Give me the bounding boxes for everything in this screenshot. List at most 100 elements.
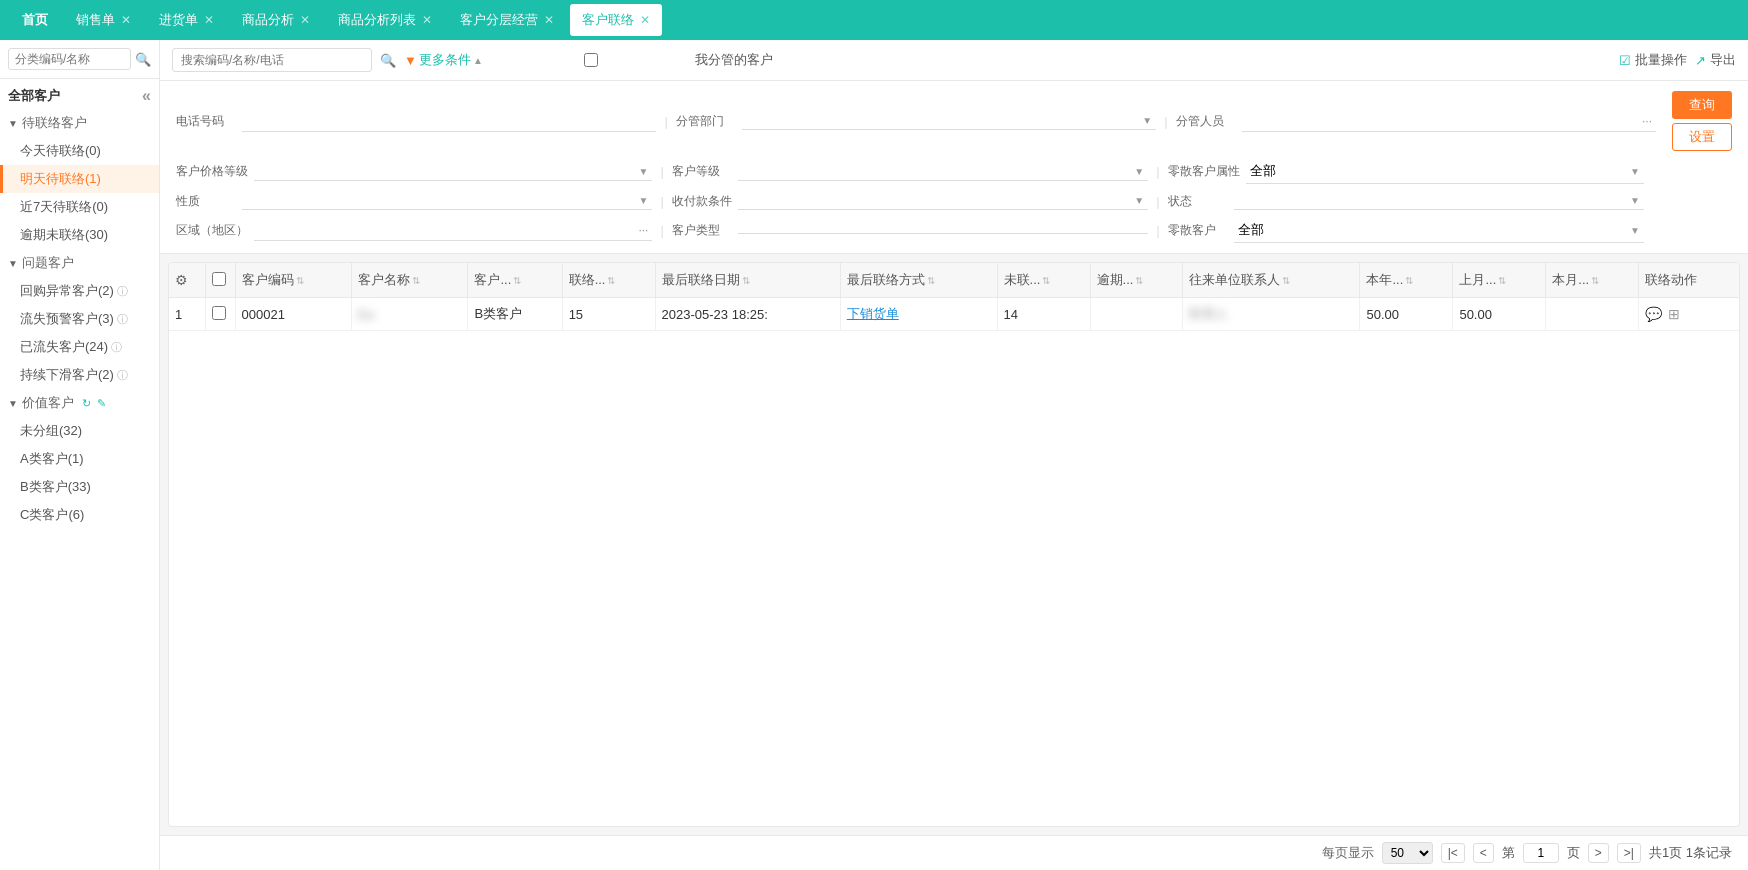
manager-dots[interactable]: ···: [1642, 114, 1652, 128]
status-select[interactable]: ▼: [1234, 192, 1644, 210]
th-code[interactable]: 客户编码 ⇅: [235, 263, 351, 298]
region-dots[interactable]: ···: [638, 223, 648, 237]
manager-select[interactable]: ···: [1242, 111, 1656, 132]
status-chevron: ▼: [1630, 195, 1640, 206]
filter-row-3: 性质 ▼ | 收付款条件 ▼ | 状态: [176, 192, 1732, 210]
sidebar-item-week7[interactable]: 近7天待联络(0): [0, 193, 159, 221]
sidebar-item-continuous-decline[interactable]: 持续下滑客户(2) ⓘ: [0, 361, 159, 389]
phone-input[interactable]: [242, 111, 656, 132]
nav-item-purchase[interactable]: 进货单 ✕: [147, 4, 226, 36]
th-contact-label: 联络...: [569, 271, 606, 289]
advanced-filter-panel: 电话号码 | 分管部门 ▼ | 分管人员 ···: [160, 81, 1748, 254]
table-gear-icon[interactable]: ⚙: [175, 272, 188, 288]
row-last-contact-method[interactable]: 下销货单: [847, 306, 899, 321]
nav-item-customer-contact[interactable]: 客户联络 ✕: [570, 4, 662, 36]
sidebar-item-tomorrow[interactable]: 明天待联络(1): [0, 165, 159, 193]
nav-close-goods-analysis-list[interactable]: ✕: [422, 13, 432, 27]
department-select[interactable]: ▼: [742, 112, 1156, 130]
sidebar-collapse-icon[interactable]: «: [142, 87, 151, 105]
sidebar-group-problem[interactable]: ▼ 问题客户: [0, 249, 159, 277]
sidebar-group-pending-contact[interactable]: ▼ 待联络客户: [0, 109, 159, 137]
action-comment-icon[interactable]: 💬: [1645, 306, 1662, 322]
sidebar-item-overdue[interactable]: 逾期未联络(30): [0, 221, 159, 249]
filter-field-manager: 分管人员 ···: [1176, 111, 1656, 132]
last-page-button[interactable]: >|: [1617, 843, 1641, 863]
customer-type-label: 客户类型: [672, 222, 732, 239]
th-uncontacted[interactable]: 未联... ⇅: [997, 263, 1090, 298]
sort-icon-uncontacted: ⇅: [1042, 275, 1050, 286]
query-button[interactable]: 查询: [1672, 91, 1732, 119]
th-this-month[interactable]: 本月... ⇅: [1546, 263, 1639, 298]
filter-actions: 查询 设置: [1672, 91, 1732, 151]
sidebar-search-icon[interactable]: 🔍: [135, 52, 151, 67]
sort-icon-unit-contact: ⇅: [1282, 275, 1290, 286]
region-select[interactable]: ···: [254, 220, 652, 241]
th-contact[interactable]: 联络... ⇅: [562, 263, 655, 298]
phone-label: 电话号码: [176, 113, 236, 130]
nav-item-sales[interactable]: 销售单 ✕: [64, 4, 143, 36]
first-page-button[interactable]: |<: [1441, 843, 1465, 863]
main-layout: 🔍 全部客户 « ▼ 待联络客户 今天待联络(0) 明天待联络(1) 近7天待联…: [0, 40, 1748, 870]
nav-item-goods-analysis[interactable]: 商品分析 ✕: [230, 4, 322, 36]
customer-price-select[interactable]: ▼: [254, 163, 652, 181]
sidebar-item-b-class[interactable]: B类客户(33): [0, 473, 159, 501]
gender-select[interactable]: ▼: [242, 192, 652, 210]
search-input[interactable]: [172, 48, 372, 72]
sidebar-item-lost-risk[interactable]: 流失预警客户(3) ⓘ: [0, 305, 159, 333]
export-button[interactable]: ↗ 导出: [1695, 51, 1736, 69]
lost-risk-label: 流失预警客户(3): [20, 311, 114, 326]
sidebar-item-repurchase-abnormal[interactable]: 回购异常客户(2) ⓘ: [0, 277, 159, 305]
filter-search-icon[interactable]: 🔍: [380, 53, 396, 68]
more-conditions-button[interactable]: ▼ 更多条件 ▲: [404, 51, 483, 69]
nav-item-customer-tier[interactable]: 客户分层经营 ✕: [448, 4, 566, 36]
filter-field-status: 状态 ▼: [1168, 192, 1644, 210]
row-checkbox[interactable]: [212, 306, 226, 320]
sidebar-item-uncategorized[interactable]: 未分组(32): [0, 417, 159, 445]
sort-icon-name: ⇅: [412, 275, 420, 286]
row-customer-type: B类客户: [474, 306, 522, 321]
my-customers-check[interactable]: [491, 53, 691, 67]
per-page-select[interactable]: 50 100 200: [1382, 842, 1433, 864]
customer-type-select[interactable]: [738, 227, 1148, 234]
page-input[interactable]: [1523, 843, 1559, 863]
sidebar-item-lost[interactable]: 已流失客户(24) ⓘ: [0, 333, 159, 361]
prev-page-button[interactable]: <: [1473, 843, 1494, 863]
nav-close-goods-analysis[interactable]: ✕: [300, 13, 310, 27]
th-last-contact-method[interactable]: 最后联络方式 ⇅: [840, 263, 997, 298]
th-overdue[interactable]: 逾期... ⇅: [1090, 263, 1183, 298]
sidebar-search-input[interactable]: [8, 48, 131, 70]
nav-close-customer-tier[interactable]: ✕: [544, 13, 554, 27]
th-unit-contact[interactable]: 往来单位联系人 ⇅: [1183, 263, 1360, 298]
sidebar-group-value[interactable]: ▼ 价值客户 ↻ ✎: [0, 389, 159, 417]
pagination: 每页显示 50 100 200 |< < 第 页 > >| 共1页 1条记录: [160, 835, 1748, 870]
next-page-button[interactable]: >: [1588, 843, 1609, 863]
retail-attr-select[interactable]: 全部 ▼: [1246, 159, 1644, 184]
nav-close-customer-contact[interactable]: ✕: [640, 13, 650, 27]
th-name[interactable]: 客户名称 ⇅: [351, 263, 467, 298]
nav-home-label: 首页: [22, 11, 48, 29]
nav-item-home[interactable]: 首页: [10, 4, 60, 36]
retail-customer-select[interactable]: 全部 ▼: [1234, 218, 1644, 243]
th-this-year[interactable]: 本年... ⇅: [1360, 263, 1453, 298]
nav-close-sales[interactable]: ✕: [121, 13, 131, 27]
payment-select[interactable]: ▼: [738, 192, 1148, 210]
th-customer-type[interactable]: 客户... ⇅: [468, 263, 562, 298]
action-more-icon[interactable]: ⊞: [1668, 306, 1680, 322]
select-all-checkbox[interactable]: [212, 272, 226, 286]
th-last-month[interactable]: 上月... ⇅: [1453, 263, 1546, 298]
nav-close-purchase[interactable]: ✕: [204, 13, 214, 27]
customer-level-select[interactable]: ▼: [738, 163, 1148, 181]
sidebar-item-today[interactable]: 今天待联络(0): [0, 137, 159, 165]
set-button[interactable]: 设置: [1672, 123, 1732, 151]
my-customers-checkbox[interactable]: 我分管的客户: [491, 51, 773, 69]
repurchase-abnormal-label: 回购异常客户(2): [20, 283, 114, 298]
nav-item-goods-analysis-list[interactable]: 商品分析列表 ✕: [326, 4, 444, 36]
batch-operation-button[interactable]: ☑ 批量操作: [1619, 51, 1687, 69]
sidebar-item-a-class[interactable]: A类客户(1): [0, 445, 159, 473]
th-last-contact-date[interactable]: 最后联络日期 ⇅: [655, 263, 840, 298]
table-row: 1 000021 Ea B类客户: [169, 298, 1739, 331]
batch-operation-label: 批量操作: [1635, 51, 1687, 69]
sidebar-item-c-class[interactable]: C类客户(6): [0, 501, 159, 529]
filter-field-customer-level: 客户等级 ▼: [672, 163, 1148, 181]
uncategorized-label: 未分组(32): [20, 423, 82, 438]
